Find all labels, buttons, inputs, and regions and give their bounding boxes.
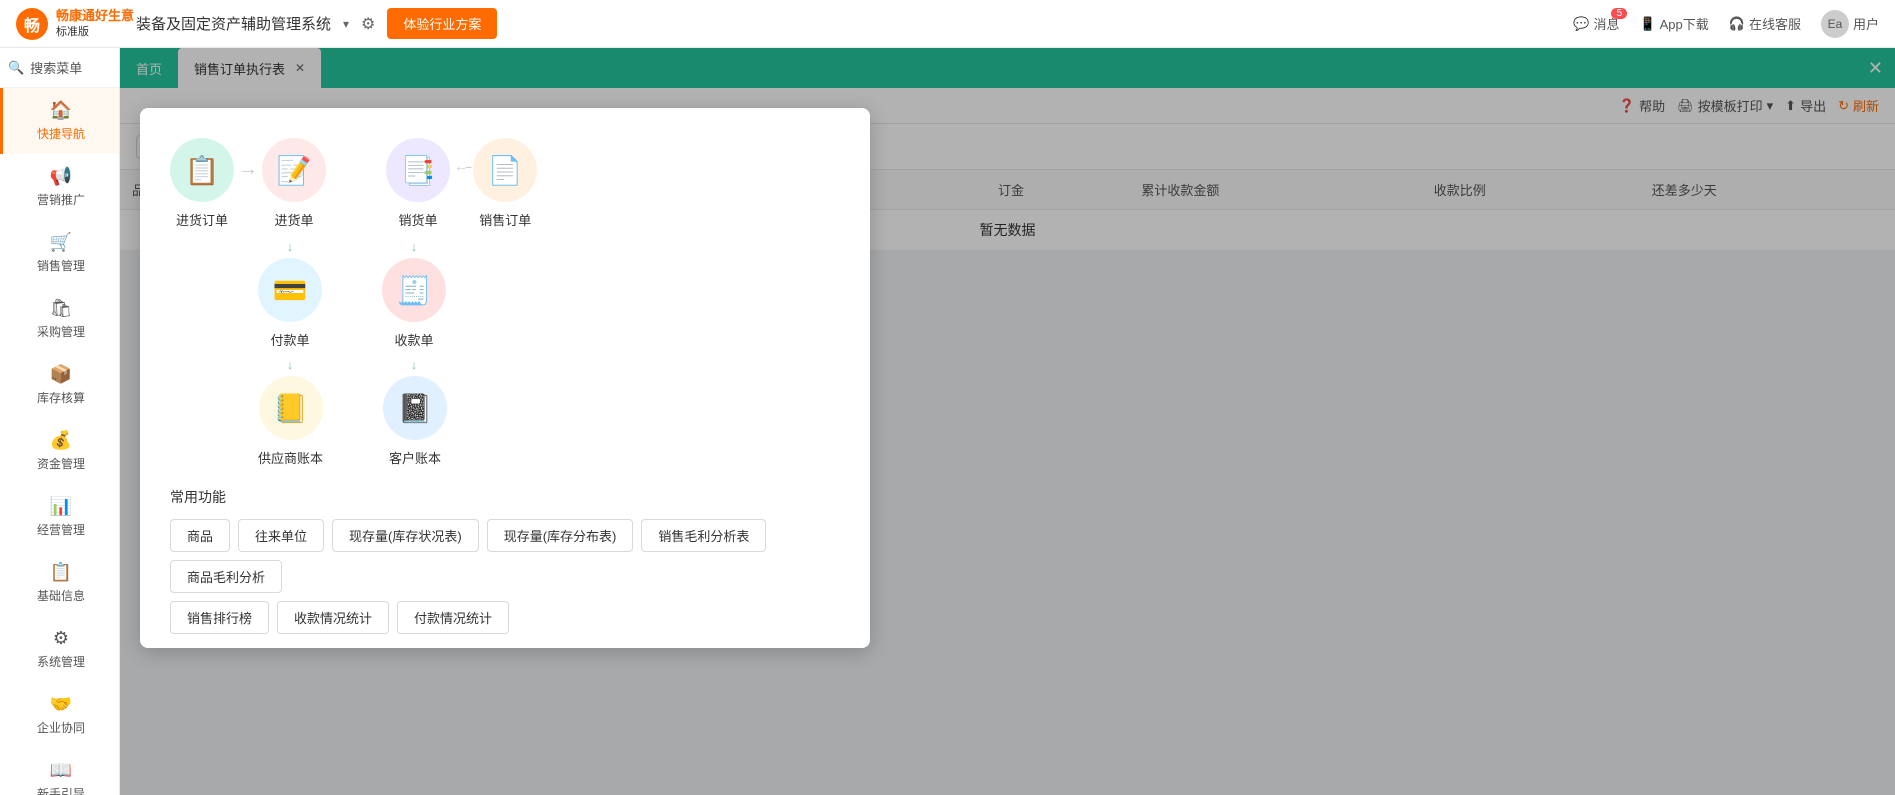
enterprise-icon: 🤝	[50, 694, 72, 715]
system-icon: ⚙	[53, 628, 69, 649]
user-menu[interactable]: Ea 用户	[1821, 10, 1879, 38]
flow-node-receipt-bill[interactable]: 🧾 收款单	[382, 258, 446, 349]
experience-button[interactable]: 体验行业方案	[387, 8, 497, 39]
top-header: 畅 畅康通好生意 标准版 装备及固定资产辅助管理系统 ▾ ⚙ 体验行业方案 💬 …	[0, 0, 1895, 48]
operations-icon: 📊	[50, 496, 72, 517]
receipt-bill-icon: 🧾	[382, 258, 446, 322]
dropdown-arrow[interactable]: ▾	[343, 17, 349, 31]
common-functions: 常用功能 商品 往来单位 现存量(库存状况表) 现存量(库存分布表) 销售毛利分…	[170, 487, 840, 634]
search-menu-button[interactable]: 🔍 搜索菜单	[0, 48, 119, 88]
func-btn-goods[interactable]: 商品	[170, 519, 230, 552]
download-icon: 📱	[1639, 16, 1655, 32]
quick-nav-popup: 📋 进货订单 → 📝 进货单 📑	[140, 108, 870, 648]
func-btn-goods-profit[interactable]: 商品毛利分析	[170, 560, 282, 593]
sidebar-item-basic-info[interactable]: 📋 基础信息	[0, 550, 119, 616]
main-layout: 🔍 搜索菜单 🏠 快捷导航 📢 营销推广 🛒 销售管理 🛍 采购管理 📦 库存核…	[0, 48, 1895, 795]
func-btn-stock-status[interactable]: 现存量(库存状况表)	[332, 519, 479, 552]
func-btn-payment-stats[interactable]: 付款情况统计	[397, 601, 509, 634]
user-avatar: Ea	[1821, 10, 1849, 38]
func-buttons-row2: 销售排行榜 收款情况统计 付款情况统计	[170, 601, 840, 634]
sales-icon: 🛒	[50, 232, 72, 253]
common-functions-title: 常用功能	[170, 487, 840, 507]
inventory-icon: 📦	[50, 364, 72, 385]
arrow-purchase-to-bill: →	[234, 138, 262, 181]
arrow-down-purchase: ↓	[258, 239, 322, 254]
header-center: 装备及固定资产辅助管理系统 ▾ ⚙ 体验行业方案	[136, 8, 1573, 39]
search-icon: 🔍	[8, 60, 24, 76]
guide-icon: 📖	[50, 760, 72, 781]
sidebar-item-purchase[interactable]: 🛍 采购管理	[0, 286, 119, 352]
supplier-account-icon: 📒	[259, 376, 323, 440]
sidebar-item-inventory[interactable]: 📦 库存核算	[0, 352, 119, 418]
flow-node-customer-account[interactable]: 📓 客户账本	[383, 376, 447, 467]
sales-bill-icon: 📑	[386, 138, 450, 202]
header-right: 💬 消息 5 📱 App下载 🎧 在线客服 Ea 用户	[1573, 10, 1879, 38]
message-button[interactable]: 💬 消息 5	[1573, 14, 1619, 33]
flow-node-purchase-order[interactable]: 📋 进货订单	[170, 138, 234, 229]
sidebar-item-finance[interactable]: 💰 资金管理	[0, 418, 119, 484]
sidebar: 🔍 搜索菜单 🏠 快捷导航 📢 营销推广 🛒 销售管理 🛍 采购管理 📦 库存核…	[0, 48, 120, 795]
logo-area: 畅 畅康通好生意 标准版	[16, 8, 136, 40]
sidebar-item-operations[interactable]: 📊 经营管理	[0, 484, 119, 550]
overlay: 📋 进货订单 → 📝 进货单 📑	[120, 48, 1895, 795]
marketing-icon: 📢	[50, 166, 72, 187]
message-icon: 💬	[1573, 16, 1589, 32]
finance-icon: 💰	[50, 430, 72, 451]
flow-node-sales-bill[interactable]: 📑 销货单	[386, 138, 450, 229]
sidebar-item-guide[interactable]: 📖 新手引导	[0, 748, 119, 795]
arrow-down-sales: ↓	[382, 239, 446, 254]
func-btn-receipt-stats[interactable]: 收款情况统计	[277, 601, 389, 634]
func-btn-stock-dist[interactable]: 现存量(库存分布表)	[487, 519, 634, 552]
func-buttons-row1: 商品 往来单位 现存量(库存状况表) 现存量(库存分布表) 销售毛利分析表 商品…	[170, 519, 840, 593]
payment-bill-icon: 💳	[258, 258, 322, 322]
sidebar-item-enterprise[interactable]: 🤝 企业协同	[0, 682, 119, 748]
basic-info-icon: 📋	[50, 562, 72, 583]
func-btn-sales-rank[interactable]: 销售排行榜	[170, 601, 269, 634]
purchase-icon: 🛍	[50, 298, 73, 319]
sidebar-item-marketing[interactable]: 📢 营销推广	[0, 154, 119, 220]
sidebar-item-sales[interactable]: 🛒 销售管理	[0, 220, 119, 286]
logo-icon: 畅	[16, 8, 48, 40]
arrow-down-receipt: ↓	[382, 357, 446, 372]
online-service-button[interactable]: 🎧 在线客服	[1729, 14, 1801, 33]
system-name: 装备及固定资产辅助管理系统	[136, 13, 331, 34]
func-btn-sales-profit[interactable]: 销售毛利分析表	[641, 519, 766, 552]
logo-text: 畅康通好生意 标准版	[56, 8, 134, 39]
flow-node-purchase-bill[interactable]: 📝 进货单	[262, 138, 326, 229]
settings-icon[interactable]: ⚙	[361, 14, 375, 34]
arrow-sales-order-to-bill: ←- -	[450, 138, 473, 174]
sidebar-item-system[interactable]: ⚙ 系统管理	[0, 616, 119, 682]
message-badge: 5	[1611, 8, 1627, 19]
purchase-order-icon: 📋	[170, 138, 234, 202]
customer-account-icon: 📓	[383, 376, 447, 440]
flow-node-supplier-account[interactable]: 📒 供应商账本	[258, 376, 323, 467]
purchase-bill-icon: 📝	[262, 138, 326, 202]
quick-nav-icon: 🏠	[50, 100, 72, 121]
func-btn-partners[interactable]: 往来单位	[238, 519, 324, 552]
sidebar-item-quick-nav[interactable]: 🏠 快捷导航	[0, 88, 119, 154]
arrow-down-payment: ↓	[258, 357, 322, 372]
flow-node-payment-bill[interactable]: 💳 付款单	[258, 258, 322, 349]
sales-order-icon: 📄	[473, 138, 537, 202]
service-icon: 🎧	[1729, 16, 1745, 32]
flow-node-sales-order[interactable]: 📄 销售订单	[473, 138, 537, 229]
app-download-button[interactable]: 📱 App下载	[1639, 14, 1708, 33]
